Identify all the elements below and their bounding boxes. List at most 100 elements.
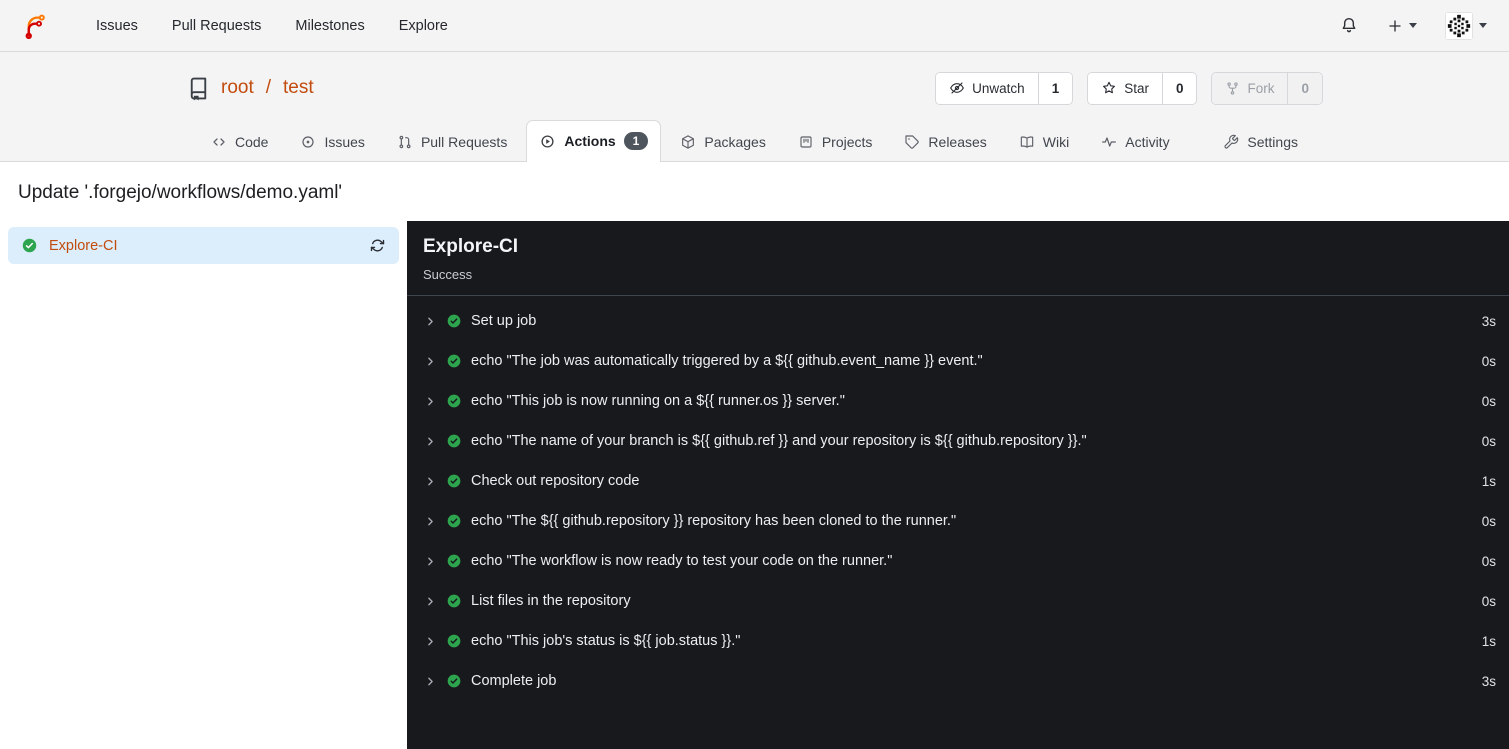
step-name: List files in the repository bbox=[471, 593, 631, 609]
step-row[interactable]: echo "This job is now running on a ${{ r… bbox=[407, 381, 1509, 421]
workflow-run-title: Update '.forgejo/workflows/demo.yaml' bbox=[0, 162, 1509, 221]
notifications-bell-icon[interactable] bbox=[1339, 16, 1359, 36]
step-duration: 3s bbox=[1481, 673, 1496, 689]
repo-owner-link[interactable]: root bbox=[221, 77, 254, 99]
tab-code[interactable]: Code bbox=[198, 122, 281, 161]
jobs-sidebar: Explore-CI bbox=[0, 221, 407, 749]
tab-settings[interactable]: Settings bbox=[1210, 122, 1311, 161]
job-panel-title: Explore-CI bbox=[423, 236, 519, 257]
step-row[interactable]: echo "The name of your branch is ${{ git… bbox=[407, 421, 1509, 461]
step-duration: 0s bbox=[1481, 353, 1496, 369]
forks-count: 0 bbox=[1287, 72, 1322, 104]
step-duration: 0s bbox=[1481, 513, 1496, 529]
chevron-down-icon bbox=[1409, 23, 1417, 28]
step-duration: 0s bbox=[1481, 593, 1496, 609]
step-name: echo "This job is now running on a ${{ r… bbox=[471, 393, 845, 409]
step-name: Set up job bbox=[471, 313, 537, 329]
nav-explore[interactable]: Explore bbox=[382, 18, 465, 34]
step-name: Complete job bbox=[471, 673, 557, 689]
step-row[interactable]: echo "The ${{ github.repository }} repos… bbox=[407, 501, 1509, 541]
step-name: echo "The workflow is now ready to test … bbox=[471, 553, 893, 569]
pull-request-icon bbox=[399, 135, 411, 149]
rerun-sync-icon[interactable] bbox=[369, 237, 386, 254]
top-navbar: Issues Pull Requests Milestones Explore bbox=[0, 0, 1509, 52]
repo-name-link[interactable]: test bbox=[283, 77, 314, 99]
step-row[interactable]: echo "The job was automatically triggere… bbox=[407, 341, 1509, 381]
actions-play-icon bbox=[541, 134, 554, 148]
fork-button: Fork bbox=[1212, 72, 1288, 104]
plus-icon bbox=[1389, 19, 1401, 32]
repo-separator: / bbox=[265, 77, 272, 98]
issue-icon bbox=[302, 136, 315, 148]
user-menu[interactable] bbox=[1445, 11, 1487, 40]
success-check-icon bbox=[447, 394, 461, 408]
chevron-down-icon bbox=[1479, 23, 1487, 28]
chevron-right-icon bbox=[428, 637, 433, 645]
tab-actions[interactable]: Actions 1 bbox=[526, 120, 662, 162]
chevron-right-icon bbox=[428, 437, 433, 445]
step-duration: 1s bbox=[1481, 633, 1496, 649]
nav-pull-requests[interactable]: Pull Requests bbox=[155, 18, 278, 34]
job-log-panel: Explore-CI Success Set up job 3s echo "T… bbox=[407, 221, 1509, 749]
tab-issues[interactable]: Issues bbox=[287, 122, 377, 161]
success-check-icon bbox=[447, 594, 461, 608]
success-check-icon bbox=[447, 474, 461, 488]
chevron-right-icon bbox=[428, 397, 433, 405]
step-name: echo "This job's status is ${{ job.statu… bbox=[471, 633, 741, 649]
tab-releases[interactable]: Releases bbox=[891, 122, 999, 161]
tab-wiki[interactable]: Wiki bbox=[1006, 122, 1082, 161]
unwatch-button[interactable]: Unwatch bbox=[936, 72, 1038, 104]
nav-issues[interactable]: Issues bbox=[79, 18, 155, 34]
watchers-count[interactable]: 1 bbox=[1037, 72, 1073, 104]
tab-projects[interactable]: Projects bbox=[785, 122, 886, 161]
step-row[interactable]: echo "The workflow is now ready to test … bbox=[407, 541, 1509, 581]
success-check-icon bbox=[447, 354, 461, 368]
success-check-icon bbox=[447, 434, 461, 448]
step-duration: 3s bbox=[1481, 313, 1496, 329]
step-row[interactable]: List files in the repository 0s bbox=[407, 581, 1509, 621]
success-check-icon bbox=[22, 238, 37, 253]
chevron-right-icon bbox=[428, 317, 433, 325]
repo-icon bbox=[190, 77, 207, 100]
tab-activity[interactable]: Activity bbox=[1088, 122, 1182, 161]
chevron-right-icon bbox=[428, 477, 433, 485]
repo-title: root / test bbox=[186, 76, 314, 101]
step-row[interactable]: echo "This job's status is ${{ job.statu… bbox=[407, 621, 1509, 661]
fork-button-group: Fork 0 bbox=[1211, 71, 1323, 105]
package-icon bbox=[682, 135, 695, 149]
step-row[interactable]: Set up job 3s bbox=[407, 301, 1509, 341]
step-duration: 0s bbox=[1481, 553, 1496, 569]
step-name: echo "The name of your branch is ${{ git… bbox=[471, 433, 1087, 449]
star-button[interactable]: Star bbox=[1088, 72, 1162, 104]
success-check-icon bbox=[447, 514, 461, 528]
fork-icon bbox=[1227, 81, 1239, 95]
success-check-icon bbox=[447, 674, 461, 688]
step-duration: 0s bbox=[1481, 433, 1496, 449]
step-row[interactable]: Complete job 3s bbox=[407, 661, 1509, 701]
step-duration: 1s bbox=[1481, 473, 1496, 489]
code-icon bbox=[213, 138, 225, 146]
success-check-icon bbox=[447, 634, 461, 648]
success-check-icon bbox=[447, 554, 461, 568]
chevron-right-icon bbox=[428, 597, 433, 605]
job-steps-list: Set up job 3s echo "The job was automati… bbox=[407, 296, 1509, 701]
chevron-right-icon bbox=[428, 357, 433, 365]
nav-milestones[interactable]: Milestones bbox=[278, 18, 381, 34]
stars-count[interactable]: 0 bbox=[1161, 72, 1197, 104]
success-check-icon bbox=[447, 314, 461, 328]
forgejo-logo-icon[interactable] bbox=[22, 12, 49, 39]
job-status-text: Success bbox=[423, 267, 473, 282]
pulse-icon bbox=[1102, 137, 1117, 147]
step-duration: 0s bbox=[1481, 393, 1496, 409]
step-row[interactable]: Check out repository code 1s bbox=[407, 461, 1509, 501]
job-list-item-explore-ci[interactable]: Explore-CI bbox=[8, 227, 399, 264]
tab-pull-requests[interactable]: Pull Requests bbox=[384, 122, 520, 161]
tab-packages[interactable]: Packages bbox=[667, 122, 778, 161]
create-new-button[interactable] bbox=[1387, 18, 1417, 34]
step-name: echo "The job was automatically triggere… bbox=[471, 353, 983, 369]
star-icon bbox=[1103, 81, 1116, 94]
chevron-right-icon bbox=[428, 557, 433, 565]
tag-icon bbox=[905, 135, 920, 149]
step-name: Check out repository code bbox=[471, 473, 640, 489]
job-name-link[interactable]: Explore-CI bbox=[49, 238, 358, 254]
